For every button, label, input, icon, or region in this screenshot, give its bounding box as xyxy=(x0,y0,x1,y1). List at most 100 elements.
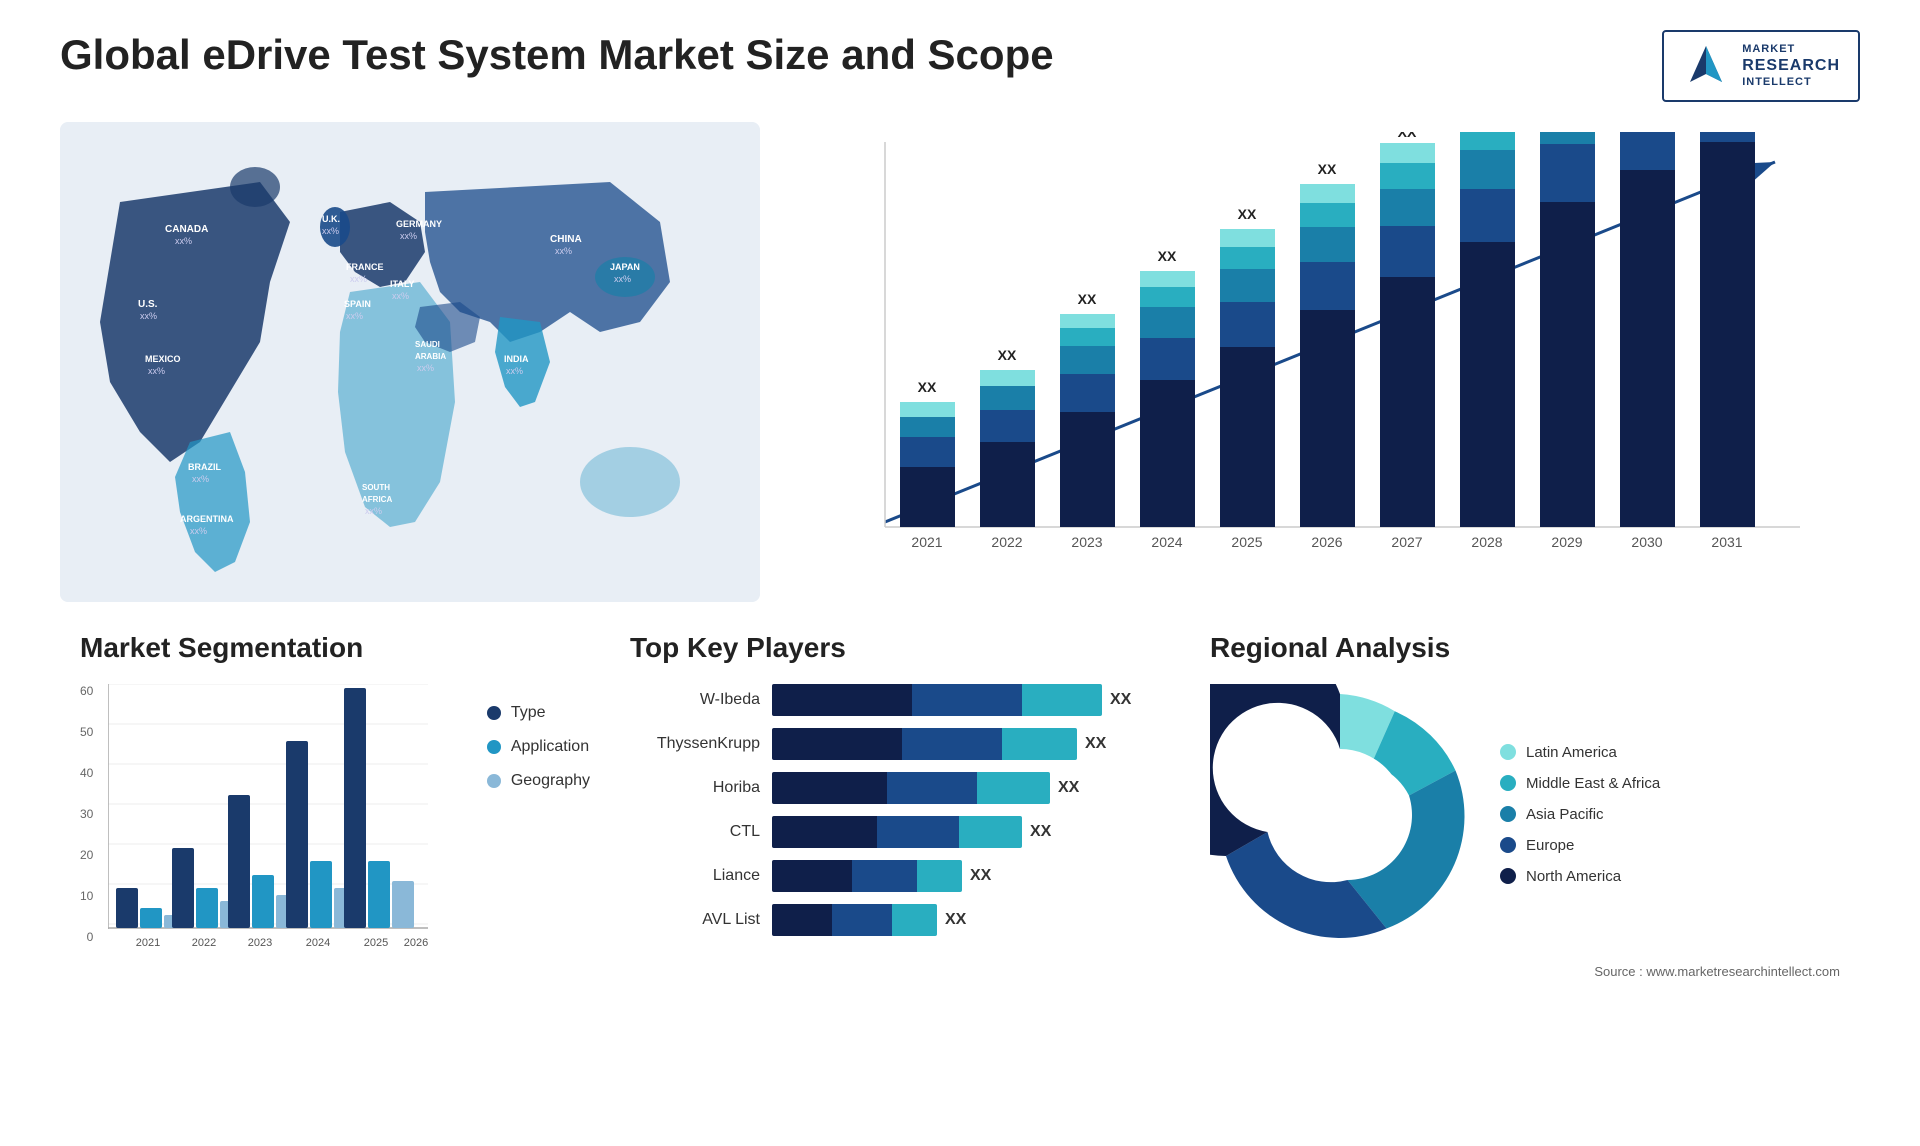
donut-chart xyxy=(1210,684,1470,944)
player-bar-value: XX xyxy=(945,911,966,929)
top-section: CANADA xx% U.S. xx% MEXICO xx% BRAZIL xx… xyxy=(60,122,1860,602)
segmentation-chart: 2021 2022 2023 xyxy=(108,684,428,984)
world-map: CANADA xx% U.S. xx% MEXICO xx% BRAZIL xx… xyxy=(60,122,760,602)
svg-text:GERMANY: GERMANY xyxy=(396,219,442,229)
svg-text:2026: 2026 xyxy=(404,937,428,949)
legend-type: Type xyxy=(487,704,590,722)
legend-middle-east-africa: Middle East & Africa xyxy=(1500,775,1660,792)
svg-text:2027: 2027 xyxy=(1391,534,1422,550)
asia-pacific-dot xyxy=(1500,806,1516,822)
svg-text:xx%: xx% xyxy=(506,366,523,376)
app-dot xyxy=(487,740,501,754)
player-row-wibeda: W-Ibeda XX xyxy=(630,684,1170,716)
svg-text:2022: 2022 xyxy=(192,937,216,949)
svg-text:2025: 2025 xyxy=(364,937,388,949)
legend-application: Application xyxy=(487,738,590,756)
svg-text:XX: XX xyxy=(1398,132,1417,140)
logo: MARKET RESEARCH INTELLECT xyxy=(1662,30,1860,102)
svg-text:2026: 2026 xyxy=(1311,534,1342,550)
legend-europe: Europe xyxy=(1500,837,1660,854)
svg-text:2028: 2028 xyxy=(1471,534,1502,550)
players-title: Top Key Players xyxy=(630,632,1170,664)
svg-text:xx%: xx% xyxy=(148,366,165,376)
player-row-horiba: Horiba XX xyxy=(630,772,1170,804)
north-america-dot xyxy=(1500,868,1516,884)
svg-text:ARGENTINA: ARGENTINA xyxy=(180,514,234,524)
svg-text:U.S.: U.S. xyxy=(138,299,158,310)
geo-dot xyxy=(487,774,501,788)
svg-text:2021: 2021 xyxy=(911,534,942,550)
svg-text:AFRICA: AFRICA xyxy=(362,495,392,504)
svg-text:INDIA: INDIA xyxy=(504,354,529,364)
svg-text:xx%: xx% xyxy=(417,363,434,373)
latin-america-dot xyxy=(1500,744,1516,760)
svg-text:2024: 2024 xyxy=(306,937,330,949)
svg-text:2024: 2024 xyxy=(1151,534,1182,550)
page-container: Global eDrive Test System Market Size an… xyxy=(0,0,1920,1146)
player-name: CTL xyxy=(630,823,760,841)
segmentation-section: Market Segmentation 60 50 40 30 20 10 0 xyxy=(60,632,610,1032)
type-dot xyxy=(487,706,501,720)
player-bar-value: XX xyxy=(1030,823,1051,841)
svg-text:CANADA: CANADA xyxy=(165,224,208,235)
svg-text:2022: 2022 xyxy=(991,534,1022,550)
svg-text:2023: 2023 xyxy=(248,937,272,949)
legend-latin-america: Latin America xyxy=(1500,744,1660,761)
map-svg: CANADA xx% U.S. xx% MEXICO xx% BRAZIL xx… xyxy=(60,122,760,602)
svg-text:2021: 2021 xyxy=(136,937,160,949)
svg-text:FRANCE: FRANCE xyxy=(346,262,384,272)
svg-text:xx%: xx% xyxy=(555,246,572,256)
legend-geography: Geography xyxy=(487,772,590,790)
player-bar-wrapper: XX xyxy=(772,860,1170,892)
svg-text:xx%: xx% xyxy=(614,274,631,284)
header: Global eDrive Test System Market Size an… xyxy=(60,30,1860,102)
svg-text:XX: XX xyxy=(918,379,937,395)
svg-text:SAUDI: SAUDI xyxy=(415,340,440,349)
regional-section: Regional Analysis xyxy=(1190,632,1860,1032)
svg-text:SPAIN: SPAIN xyxy=(344,299,371,309)
svg-text:MEXICO: MEXICO xyxy=(145,354,181,364)
svg-text:ITALY: ITALY xyxy=(390,279,415,289)
europe-dot xyxy=(1500,837,1516,853)
logo-icon xyxy=(1682,42,1730,90)
svg-text:xx%: xx% xyxy=(190,526,207,536)
svg-text:XX: XX xyxy=(1238,206,1257,222)
player-bar-value: XX xyxy=(1058,779,1079,797)
player-name: AVL List xyxy=(630,911,760,929)
player-name: Horiba xyxy=(630,779,760,797)
svg-text:JAPAN: JAPAN xyxy=(610,262,640,272)
svg-text:XX: XX xyxy=(1078,291,1097,307)
player-bar-value: XX xyxy=(970,867,991,885)
svg-text:2031: 2031 xyxy=(1711,534,1742,550)
svg-text:XX: XX xyxy=(998,347,1017,363)
player-bar-wrapper: XX xyxy=(772,728,1170,760)
svg-text:2030: 2030 xyxy=(1631,534,1662,550)
svg-text:xx%: xx% xyxy=(400,231,417,241)
player-bar-wrapper: XX xyxy=(772,904,1170,936)
middle-east-africa-dot xyxy=(1500,775,1516,791)
player-bar-value: XX xyxy=(1085,735,1106,753)
player-row-liance: Liance XX xyxy=(630,860,1170,892)
svg-text:xx%: xx% xyxy=(350,274,367,284)
players-section: Top Key Players W-Ibeda XX ThyssenKrupp xyxy=(610,632,1190,1032)
regional-legend: Latin America Middle East & Africa Asia … xyxy=(1500,744,1660,885)
logo-line2: RESEARCH xyxy=(1742,56,1840,75)
logo-line3: INTELLECT xyxy=(1742,76,1840,89)
svg-text:xx%: xx% xyxy=(365,506,382,516)
players-list: W-Ibeda XX ThyssenKrupp xyxy=(630,684,1170,936)
player-bar-wrapper: XX xyxy=(772,816,1170,848)
bar-chart: XX 2021 XX 2022 XX 2023 xyxy=(800,122,1860,602)
player-name: Liance xyxy=(630,867,760,885)
player-row-avl: AVL List XX xyxy=(630,904,1170,936)
player-row-thyssen: ThyssenKrupp XX xyxy=(630,728,1170,760)
player-name: W-Ibeda xyxy=(630,691,760,709)
svg-text:xx%: xx% xyxy=(140,311,157,321)
svg-text:xx%: xx% xyxy=(346,311,363,321)
svg-text:U.K.: U.K. xyxy=(322,214,340,224)
donut-area: Latin America Middle East & Africa Asia … xyxy=(1210,684,1840,944)
regional-title: Regional Analysis xyxy=(1210,632,1840,664)
svg-text:SOUTH: SOUTH xyxy=(362,483,390,492)
svg-text:BRAZIL: BRAZIL xyxy=(188,462,221,472)
svg-text:2023: 2023 xyxy=(1071,534,1102,550)
page-title: Global eDrive Test System Market Size an… xyxy=(60,30,1054,80)
